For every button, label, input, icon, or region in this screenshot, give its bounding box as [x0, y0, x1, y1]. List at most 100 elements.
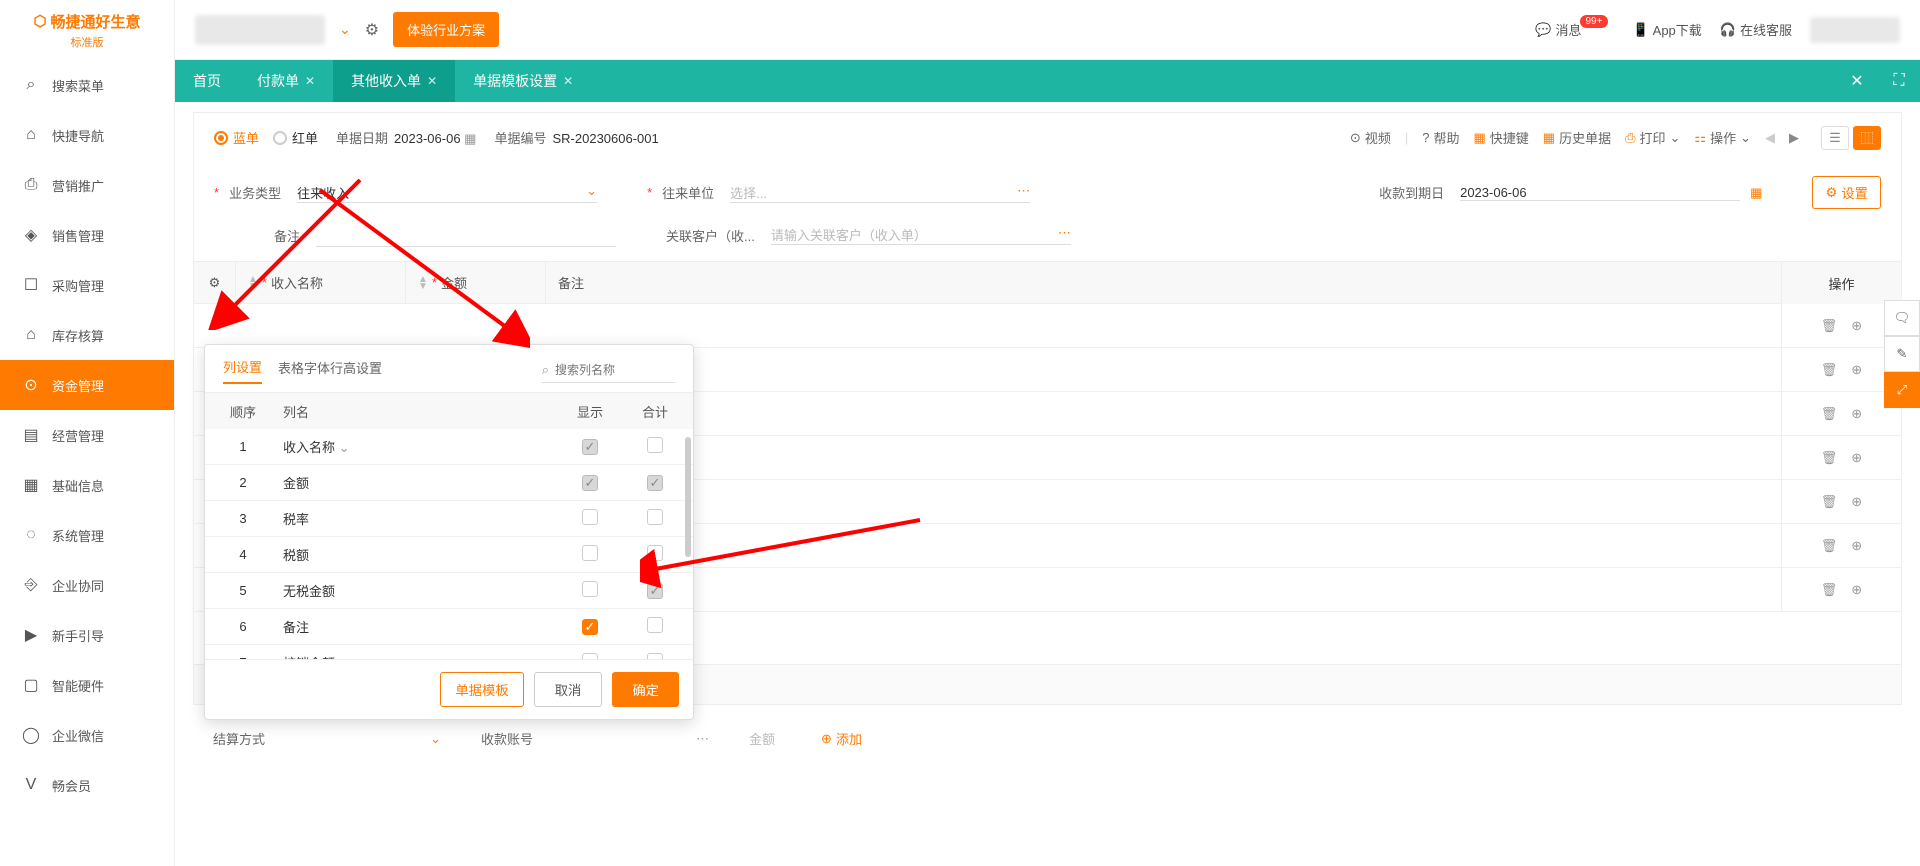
- settings-button[interactable]: ⚙设置: [1812, 176, 1881, 209]
- float-edit-button[interactable]: ✎: [1884, 336, 1920, 372]
- dots-icon[interactable]: ⋯: [1058, 225, 1071, 244]
- sum-checkbox[interactable]: [647, 509, 663, 525]
- sidebar-item-hardware[interactable]: ▢智能硬件: [0, 660, 174, 710]
- due-date-input[interactable]: 2023-06-06: [1460, 185, 1740, 201]
- sum-checkbox[interactable]: ✓: [647, 475, 663, 491]
- th-remark[interactable]: 备注: [546, 262, 1901, 303]
- scrollbar-thumb[interactable]: [685, 437, 691, 557]
- popover-row[interactable]: 3税率: [205, 501, 693, 537]
- show-checkbox[interactable]: ✓: [582, 475, 598, 491]
- sum-checkbox[interactable]: [647, 617, 663, 633]
- close-icon[interactable]: ✕: [563, 74, 573, 88]
- th-income-name[interactable]: ▲▼*收入名称: [236, 262, 406, 303]
- remark-input[interactable]: [316, 223, 616, 247]
- video-link[interactable]: ⊙视频: [1350, 128, 1391, 147]
- app-download-link[interactable]: 📱App下载: [1632, 20, 1701, 39]
- show-checkbox[interactable]: [582, 581, 598, 597]
- unit-select[interactable]: 选择... ⋯: [730, 183, 1030, 203]
- history-link[interactable]: ▦历史单据: [1543, 128, 1611, 147]
- calendar-icon[interactable]: ▦: [1750, 185, 1762, 201]
- show-checkbox[interactable]: [582, 509, 598, 525]
- chevron-down-icon[interactable]: ⌄: [339, 440, 350, 455]
- popover-tab-columns[interactable]: 列设置: [223, 357, 262, 384]
- sum-checkbox[interactable]: [647, 545, 663, 561]
- method-field[interactable]: 结算方式 ⌄: [213, 729, 441, 748]
- radio-red[interactable]: 红单: [273, 128, 318, 147]
- sidebar-item-search[interactable]: ⌕搜索菜单: [0, 60, 174, 110]
- delete-icon[interactable]: 🗑: [1821, 406, 1838, 422]
- online-service-link[interactable]: 🎧在线客服: [1720, 20, 1792, 39]
- sidebar-item-wechat[interactable]: ◯企业微信: [0, 710, 174, 760]
- float-expand-button[interactable]: ⤢: [1884, 372, 1920, 408]
- sum-checkbox[interactable]: ✓: [647, 583, 663, 599]
- sidebar-item-business[interactable]: ▤经营管理: [0, 410, 174, 460]
- delete-icon[interactable]: 🗑: [1821, 450, 1838, 466]
- field-value[interactable]: 2023-06-06: [394, 131, 461, 146]
- dots-icon[interactable]: ⋯: [1017, 183, 1030, 202]
- tab-home[interactable]: 首页: [175, 60, 239, 102]
- next-icon[interactable]: ▶: [1789, 130, 1799, 146]
- th-amount[interactable]: ▲▼*金额: [406, 262, 546, 303]
- show-checkbox[interactable]: [582, 653, 598, 659]
- popover-row[interactable]: 2金额✓✓: [205, 465, 693, 501]
- amount-field[interactable]: 金额: [749, 729, 781, 748]
- sidebar-item-inventory[interactable]: ⌂库存核算: [0, 310, 174, 360]
- confirm-button[interactable]: 确定: [612, 672, 679, 707]
- close-icon[interactable]: ✕: [427, 74, 437, 88]
- sidebar-item-purchase[interactable]: ☐采购管理: [0, 260, 174, 310]
- close-icon[interactable]: ✕: [305, 74, 315, 88]
- expand-button[interactable]: ⛶: [1878, 60, 1920, 102]
- print-link[interactable]: ⎙打印⌄: [1625, 128, 1680, 147]
- copy-icon[interactable]: ⊕: [1851, 538, 1862, 554]
- copy-icon[interactable]: ⊕: [1851, 362, 1862, 378]
- popover-row[interactable]: 5无税金额✓: [205, 573, 693, 609]
- sidebar-item-sales[interactable]: ◈销售管理: [0, 210, 174, 260]
- sidebar-item-collab[interactable]: ⎆企业协同: [0, 560, 174, 610]
- delete-icon[interactable]: 🗑: [1821, 362, 1838, 378]
- account-field[interactable]: 收款账号 ⋯: [481, 729, 709, 748]
- show-checkbox[interactable]: ✓: [582, 439, 598, 455]
- help-link[interactable]: ?帮助: [1422, 128, 1459, 147]
- view-list-button[interactable]: ☰: [1821, 126, 1849, 150]
- popover-tab-font[interactable]: 表格字体行高设置: [278, 358, 382, 383]
- operate-link[interactable]: ⚏操作⌄: [1694, 128, 1751, 147]
- calendar-icon[interactable]: ▦: [464, 131, 476, 146]
- message-link[interactable]: 💬消息99+: [1535, 20, 1614, 39]
- popover-row[interactable]: 1收入名称 ⌄✓: [205, 429, 693, 465]
- sum-checkbox[interactable]: [647, 653, 663, 659]
- copy-icon[interactable]: ⊕: [1851, 582, 1862, 598]
- delete-icon[interactable]: 🗑: [1821, 318, 1838, 334]
- cancel-button[interactable]: 取消: [534, 672, 603, 707]
- popover-row[interactable]: 6备注✓: [205, 609, 693, 645]
- tab-other-income[interactable]: 其他收入单✕: [333, 60, 455, 102]
- copy-icon[interactable]: ⊕: [1851, 494, 1862, 510]
- delete-icon[interactable]: 🗑: [1821, 582, 1838, 598]
- related-select[interactable]: 请输入关联客户（收入单） ⋯: [771, 225, 1071, 245]
- sidebar-item-funds[interactable]: ⊙资金管理: [0, 360, 174, 410]
- table-row[interactable]: 🗑⊕: [194, 304, 1901, 348]
- delete-icon[interactable]: 🗑: [1821, 538, 1838, 554]
- popover-search[interactable]: ⌕: [542, 358, 675, 383]
- radio-blue[interactable]: 蓝单: [214, 128, 259, 147]
- shortcut-link[interactable]: ▦快捷键: [1473, 128, 1528, 147]
- table-gear-button[interactable]: ⚙: [194, 262, 236, 303]
- popover-row[interactable]: 4税额: [205, 537, 693, 573]
- sidebar-item-basic[interactable]: ▦基础信息: [0, 460, 174, 510]
- tab-template[interactable]: 单据模板设置✕: [455, 60, 591, 102]
- search-input[interactable]: [555, 363, 675, 377]
- show-checkbox[interactable]: ✓: [582, 619, 598, 635]
- sidebar-item-guide[interactable]: ▶新手引导: [0, 610, 174, 660]
- sidebar-item-system[interactable]: ◌系统管理: [0, 510, 174, 560]
- biz-type-select[interactable]: 往来收入 ⌄: [297, 183, 597, 203]
- chevron-down-icon[interactable]: ⌄: [339, 21, 351, 38]
- tab-payment[interactable]: 付款单✕: [239, 60, 333, 102]
- prev-icon[interactable]: ◀: [1765, 130, 1775, 146]
- sidebar-item-marketing[interactable]: ⎙营销推广: [0, 160, 174, 210]
- experience-button[interactable]: 体验行业方案: [393, 12, 499, 47]
- float-note-button[interactable]: 🗨: [1884, 300, 1920, 336]
- copy-icon[interactable]: ⊕: [1851, 450, 1862, 466]
- sidebar-item-quick-nav[interactable]: ⌂快捷导航: [0, 110, 174, 160]
- delete-icon[interactable]: 🗑: [1821, 494, 1838, 510]
- copy-icon[interactable]: ⊕: [1851, 406, 1862, 422]
- copy-icon[interactable]: ⊕: [1851, 318, 1862, 334]
